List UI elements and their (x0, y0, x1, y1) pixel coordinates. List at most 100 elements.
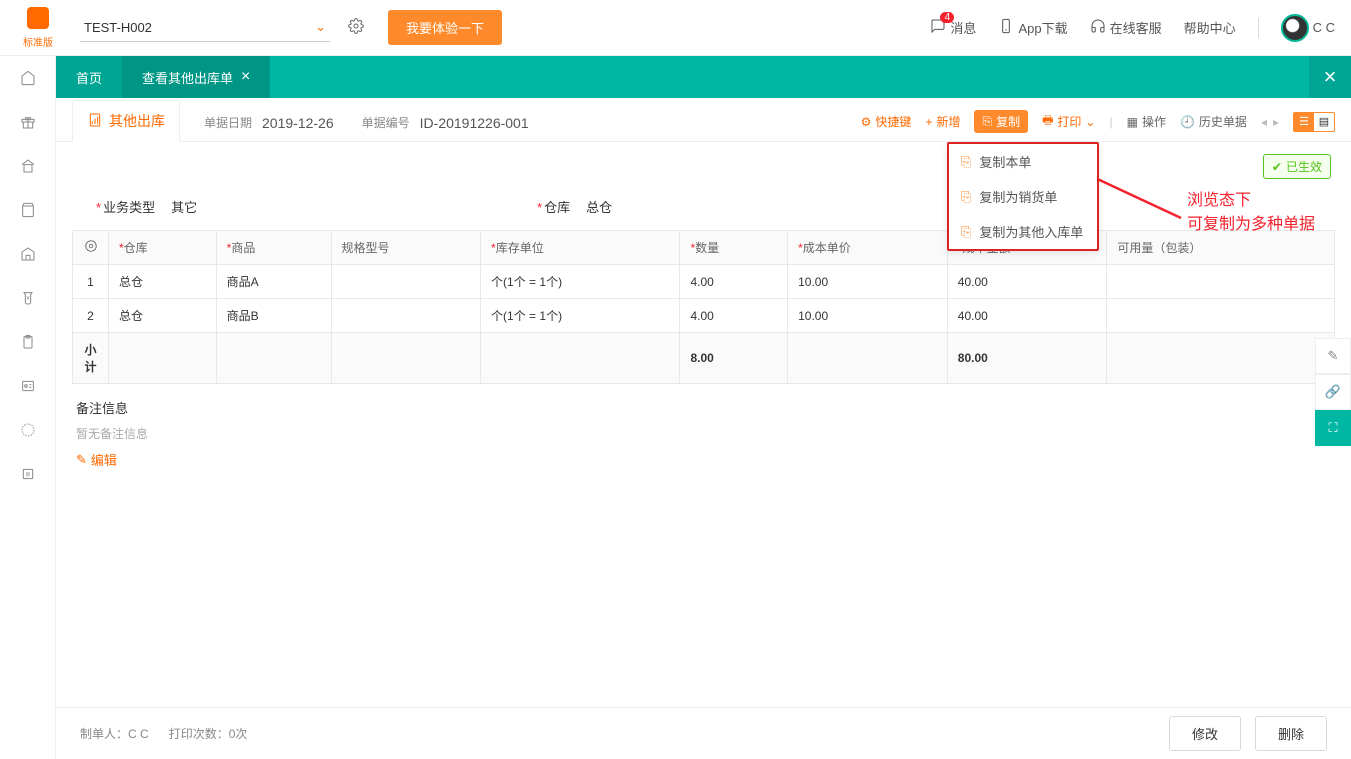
layout-list-icon[interactable]: ☰ (1294, 113, 1314, 131)
doc-no-label: 单据编号 (362, 114, 410, 131)
biz-type-value: 其它 (171, 197, 197, 216)
layout-grid-icon[interactable]: ▤ (1314, 113, 1334, 131)
chevron-down-icon: ⌄ (1085, 115, 1095, 129)
nav-home-icon[interactable] (18, 68, 38, 88)
nav-warehouse-icon[interactable] (18, 244, 38, 264)
svg-text:¥: ¥ (26, 296, 29, 302)
next-icon[interactable]: ▸ (1273, 115, 1279, 129)
col-spec: 规格型号 (331, 231, 481, 265)
field-warehouse: *仓库 总仓 (537, 197, 612, 216)
field-biz-type: *业务类型 其它 (96, 197, 197, 216)
app-download-label: App下载 (1018, 18, 1067, 37)
copy-icon: ⎘ (961, 154, 971, 170)
col-qty: *数量 (680, 231, 788, 265)
tabs-bar: 首页 查看其他出库单 × × (56, 56, 1351, 98)
logo-edition: 标准版 (16, 34, 60, 49)
col-available: 可用量（包装） (1107, 231, 1335, 265)
copy-to-sales-order[interactable]: ⎘ 复制为销货单 (949, 179, 1097, 214)
footer: 制单人：C C 打印次数：0次 修改 删除 (56, 707, 1351, 759)
help-center-link[interactable]: 帮助中心 (1184, 18, 1236, 37)
messages-label: 消息 (950, 18, 976, 37)
phone-icon (998, 18, 1014, 37)
close-icon[interactable]: × (241, 68, 250, 86)
print-icon: 🖶 (1042, 111, 1053, 132)
trial-button[interactable]: 我要体验一下 (388, 10, 502, 45)
operation-button[interactable]: ▦ 操作 (1127, 113, 1166, 130)
table-header-row: *仓库 *商品 规格型号 *库存单位 *数量 *成本单价 *成本金额 可用量（包… (73, 231, 1335, 265)
customer-service-link[interactable]: 在线客服 (1090, 18, 1162, 37)
col-product: *商品 (216, 231, 331, 265)
nav-money-icon[interactable]: ¥ (18, 288, 38, 308)
copy-icon: ⎘ (961, 189, 971, 205)
separator: | (1109, 115, 1112, 129)
notes-title: 备注信息 (76, 398, 1331, 417)
col-unit: *库存单位 (481, 231, 680, 265)
nav-id-icon[interactable] (18, 376, 38, 396)
history-icon: 🕘 (1180, 115, 1195, 129)
modify-button[interactable]: 修改 (1169, 716, 1241, 751)
float-link-icon[interactable]: 🔗 (1315, 374, 1351, 410)
tab-active-label: 查看其他出库单 (142, 68, 233, 87)
org-name: TEST-H002 (84, 20, 152, 35)
prev-icon[interactable]: ◂ (1261, 115, 1267, 129)
copy-icon: ⎘ (982, 114, 992, 129)
user-name: C C (1313, 20, 1335, 35)
copy-icon: ⎘ (961, 224, 971, 240)
copy-dropdown: ⎘ 复制本单 ⎘ 复制为销货单 ⎘ 复制为其他入库单 (947, 142, 1099, 251)
messages-badge: 4 (940, 12, 954, 23)
add-button[interactable]: + 新增 (925, 113, 960, 130)
history-button[interactable]: 🕘 历史单据 (1180, 113, 1247, 130)
doc-no-value: ID-20191226-001 (420, 115, 529, 131)
messages-link[interactable]: 4 消息 (930, 18, 976, 37)
tab-home[interactable]: 首页 (56, 56, 122, 98)
nav-more-icon[interactable] (18, 420, 38, 440)
creator-info: 制单人：C C (80, 725, 149, 742)
float-rail: ✎ 🔗 ⛶ (1315, 338, 1351, 446)
table-row[interactable]: 1 总仓 商品A 个(1个 = 1个) 4.00 10.00 40.00 (73, 265, 1335, 299)
settings-icon[interactable] (348, 18, 364, 37)
page-title-tab: 其他出库 (72, 100, 180, 142)
help-label: 帮助中心 (1184, 18, 1236, 37)
nav-gift-icon[interactable] (18, 112, 38, 132)
copy-this-doc[interactable]: ⎘ 复制本单 (949, 144, 1097, 179)
org-selector[interactable]: TEST-H002 ⌄ (80, 13, 330, 42)
copy-button[interactable]: ⎘ 复制 (974, 110, 1028, 133)
tab-view-other-outbound[interactable]: 查看其他出库单 × (122, 56, 270, 98)
fields-row: *业务类型 其它 *仓库 总仓 (56, 179, 1351, 230)
headset-icon (1090, 18, 1106, 37)
plus-icon: + (925, 115, 932, 129)
date-value: 2019-12-26 (262, 115, 334, 131)
delete-button[interactable]: 删除 (1255, 716, 1327, 751)
print-button[interactable]: 🖶 打印 ⌄ (1042, 111, 1095, 132)
col-settings[interactable] (73, 231, 109, 265)
notes-section: 备注信息 暂无备注信息 ✎ 编辑 (56, 384, 1351, 483)
copy-to-other-inbound[interactable]: ⎘ 复制为其他入库单 (949, 214, 1097, 249)
subtotal-row: 小计 8.00 80.00 (73, 333, 1335, 384)
float-expand-icon[interactable]: ⛶ (1315, 410, 1351, 446)
pager: ◂ ▸ (1261, 115, 1279, 129)
tabs-close-all[interactable]: × (1309, 56, 1351, 98)
check-icon: ✔ (1272, 160, 1282, 174)
print-count-info: 打印次数：0次 (169, 725, 248, 742)
shortcuts-button[interactable]: ⚙ 快捷键 (861, 113, 912, 130)
nav-new-icon[interactable]: 新 (18, 464, 38, 484)
table-row[interactable]: 2 总仓 商品B 个(1个 = 1个) 4.00 10.00 40.00 (73, 299, 1335, 333)
layout-toggle: ☰ ▤ (1293, 112, 1335, 132)
float-note-icon[interactable]: ✎ (1315, 338, 1351, 374)
tab-home-label: 首页 (76, 68, 102, 87)
document-icon (87, 112, 103, 131)
app-download-link[interactable]: App下载 (998, 18, 1067, 37)
service-label: 在线客服 (1110, 18, 1162, 37)
nav-bag-icon[interactable] (18, 200, 38, 220)
left-nav-rail: ¥ 新 (0, 56, 56, 759)
page-title: 其他出库 (109, 111, 165, 131)
items-table: *仓库 *商品 规格型号 *库存单位 *数量 *成本单价 *成本金额 可用量（包… (72, 230, 1335, 384)
warehouse-value: 总仓 (586, 197, 612, 216)
chevron-down-icon: ⌄ (315, 19, 326, 35)
edit-notes-button[interactable]: ✎ 编辑 (76, 450, 1331, 469)
nav-house-icon[interactable] (18, 156, 38, 176)
edit-icon: ✎ (76, 452, 87, 468)
user-menu[interactable]: C C (1281, 14, 1335, 42)
nav-clipboard-icon[interactable] (18, 332, 38, 352)
col-warehouse: *仓库 (109, 231, 217, 265)
